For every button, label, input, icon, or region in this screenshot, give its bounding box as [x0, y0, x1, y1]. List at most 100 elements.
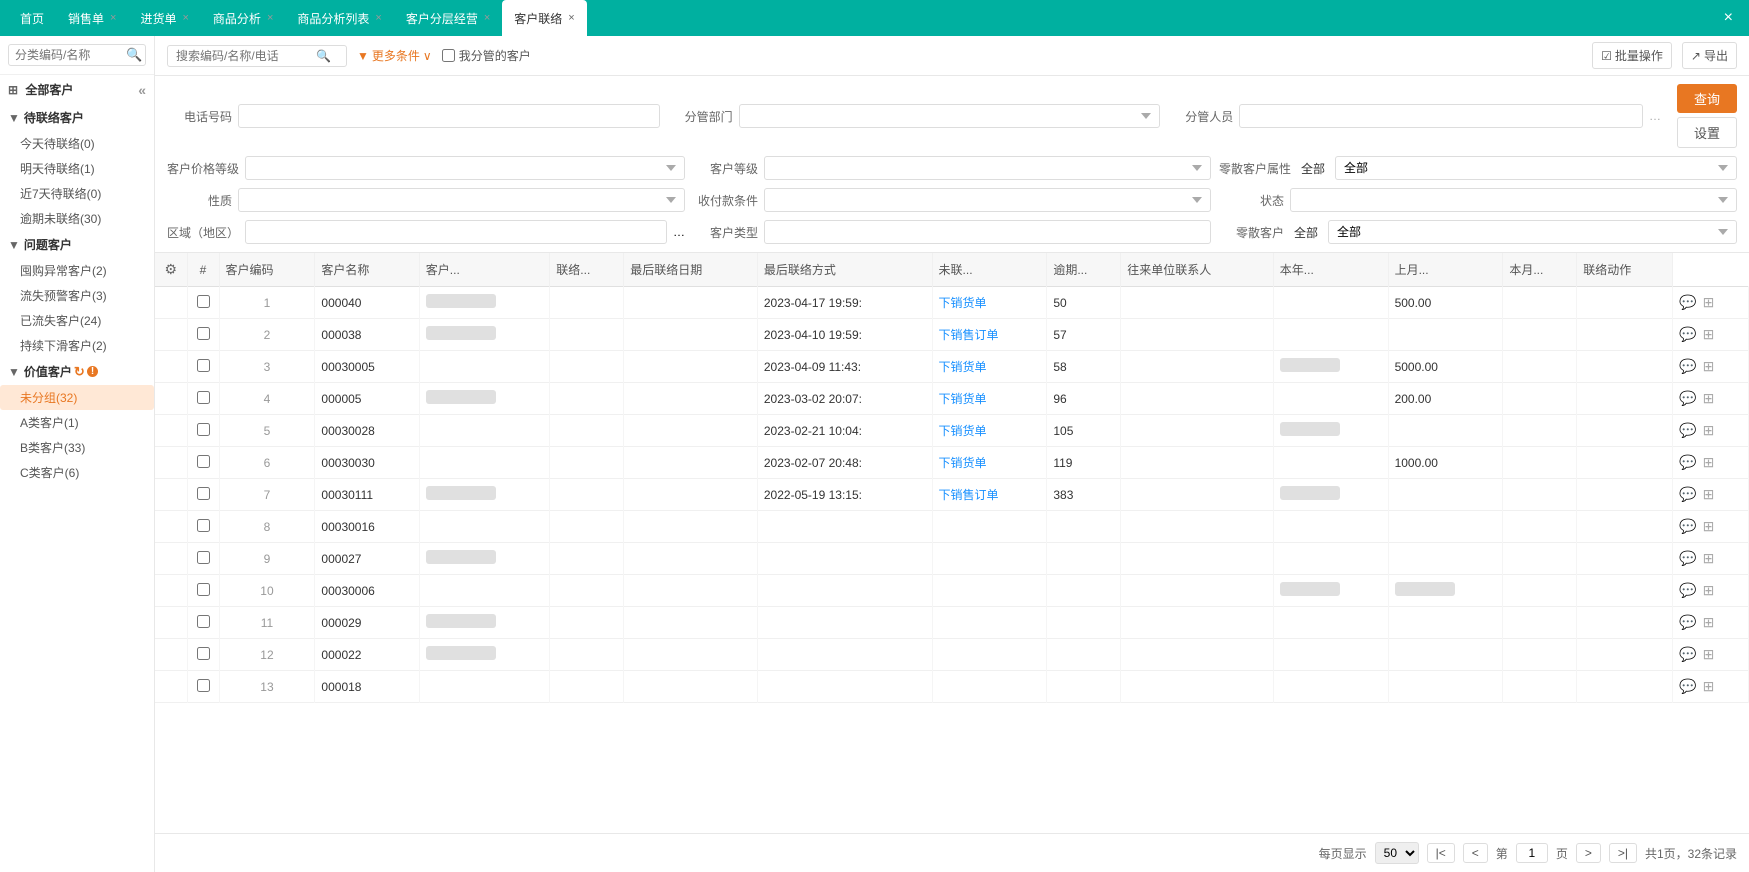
sidebar-item-today[interactable]: 今天待联络(0)	[0, 131, 154, 156]
sidebar-item-tomorrow[interactable]: 明天待联络(1)	[0, 156, 154, 181]
grid-action-icon[interactable]: ⊞	[1703, 390, 1715, 407]
th-type[interactable]: 客户...	[419, 253, 550, 287]
sidebar-item-overdue[interactable]: 逾期未联络(30)	[0, 206, 154, 231]
row-last-method[interactable]	[932, 671, 1047, 703]
chat-icon[interactable]: 💬	[1679, 646, 1696, 663]
last-method-link[interactable]: 下销售订单	[939, 488, 999, 502]
tab-customer-tier-close[interactable]: ×	[484, 12, 490, 24]
dept-select[interactable]	[739, 104, 1161, 128]
row-checkbox-cell[interactable]	[187, 319, 219, 351]
row-last-method[interactable]: 下销货单	[932, 447, 1047, 479]
region-input[interactable]	[245, 220, 667, 244]
row-checkbox-cell[interactable]	[187, 383, 219, 415]
tab-product-analysis-list-close[interactable]: ×	[375, 12, 381, 24]
row-checkbox-cell[interactable]	[187, 671, 219, 703]
tab-home[interactable]: 首页	[8, 0, 56, 36]
grid-action-icon[interactable]: ⊞	[1703, 550, 1715, 567]
row-checkbox-cell[interactable]	[187, 415, 219, 447]
staff-more-icon[interactable]: …	[1649, 109, 1661, 123]
reset-button[interactable]: 设置	[1677, 117, 1737, 148]
row-checkbox-cell[interactable]	[187, 575, 219, 607]
region-more-icon[interactable]: …	[673, 225, 685, 239]
row-last-method[interactable]: 下销货单	[932, 415, 1047, 447]
staff-input[interactable]	[1239, 104, 1643, 128]
row-checkbox[interactable]	[197, 423, 210, 436]
th-this-year[interactable]: 本年...	[1273, 253, 1388, 287]
grid-action-icon[interactable]: ⊞	[1703, 486, 1715, 503]
row-checkbox-cell[interactable]	[187, 543, 219, 575]
cust-level-select[interactable]	[764, 156, 1211, 180]
th-code[interactable]: 客户编码	[219, 253, 315, 287]
grid-action-icon[interactable]: ⊞	[1703, 326, 1715, 343]
sidebar-item-ungroup[interactable]: 未分组(32)	[0, 385, 154, 410]
row-last-method[interactable]	[932, 511, 1047, 543]
row-last-method[interactable]	[932, 575, 1047, 607]
tab-product-analysis-close[interactable]: ×	[267, 12, 273, 24]
sidebar-item-b-class[interactable]: B类客户(33)	[0, 435, 154, 460]
last-page-btn[interactable]: >|	[1609, 843, 1637, 863]
row-last-method[interactable]: 下销售订单	[932, 479, 1047, 511]
nature-select[interactable]	[238, 188, 685, 212]
refresh-icon[interactable]: ↻	[74, 364, 85, 380]
th-last-date[interactable]: 最后联络日期	[624, 253, 758, 287]
chat-icon[interactable]: 💬	[1679, 486, 1696, 503]
tab-product-analysis[interactable]: 商品分析 ×	[201, 0, 285, 36]
th-contact[interactable]: 联络...	[550, 253, 624, 287]
settings-icon[interactable]: ⚙	[164, 261, 177, 277]
sidebar-item-declining[interactable]: 持续下滑客户(2)	[0, 333, 154, 358]
row-checkbox[interactable]	[197, 391, 210, 404]
row-last-method[interactable]: 下销货单	[932, 287, 1047, 319]
sidebar-all-customers[interactable]: ⊞ 全部客户 «	[0, 75, 154, 104]
row-last-method[interactable]: 下销货单	[932, 383, 1047, 415]
last-method-link[interactable]: 下销货单	[939, 424, 987, 438]
tab-sales[interactable]: 销售单 ×	[56, 0, 128, 36]
search-input[interactable]	[176, 49, 316, 63]
sidebar-group-pending-header[interactable]: ▼ 待联络客户	[0, 104, 154, 131]
row-checkbox-cell[interactable]	[187, 351, 219, 383]
phone-input[interactable]	[238, 104, 660, 128]
tab-customer-contact[interactable]: 客户联络 ×	[502, 0, 586, 36]
price-level-select[interactable]	[245, 156, 685, 180]
export-btn[interactable]: ↗ 导出	[1682, 42, 1737, 69]
tab-sales-close[interactable]: ×	[110, 12, 116, 24]
chat-icon[interactable]: 💬	[1679, 294, 1696, 311]
row-checkbox[interactable]	[197, 615, 210, 628]
collapse-icon[interactable]: «	[138, 82, 146, 98]
sidebar-item-a-class[interactable]: A类客户(1)	[0, 410, 154, 435]
sidebar-group-value-header[interactable]: ▼ 价值客户 ↻ !	[0, 358, 154, 385]
chat-icon[interactable]: 💬	[1679, 422, 1696, 439]
grid-action-icon[interactable]: ⊞	[1703, 678, 1715, 695]
my-customers-checkbox-label[interactable]: 我分管的客户	[442, 47, 531, 64]
row-checkbox[interactable]	[197, 583, 210, 596]
query-button[interactable]: 查询	[1677, 84, 1737, 113]
tab-purchase-close[interactable]: ×	[182, 12, 188, 24]
more-conditions-btn[interactable]: ▼ 更多条件 ∨	[357, 47, 432, 64]
row-checkbox-cell[interactable]	[187, 287, 219, 319]
tab-customer-tier[interactable]: 客户分层经营 ×	[394, 0, 502, 36]
row-last-method[interactable]	[932, 607, 1047, 639]
grid-action-icon[interactable]: ⊞	[1703, 582, 1715, 599]
grid-action-icon[interactable]: ⊞	[1703, 454, 1715, 471]
row-checkbox[interactable]	[197, 327, 210, 340]
chat-icon[interactable]: 💬	[1679, 614, 1696, 631]
window-close-btn[interactable]: ×	[1716, 9, 1741, 27]
chat-icon[interactable]: 💬	[1679, 518, 1696, 535]
th-this-month[interactable]: 本月...	[1503, 253, 1577, 287]
tab-purchase[interactable]: 进货单 ×	[128, 0, 200, 36]
page-input[interactable]	[1516, 843, 1548, 863]
row-checkbox[interactable]	[197, 455, 210, 468]
sidebar-group-problem-header[interactable]: ▼ 问题客户	[0, 231, 154, 258]
my-customers-checkbox[interactable]	[442, 49, 455, 62]
row-checkbox-cell[interactable]	[187, 639, 219, 671]
per-page-select[interactable]: 50	[1375, 842, 1419, 864]
sidebar-item-c-class[interactable]: C类客户(6)	[0, 460, 154, 485]
chat-icon[interactable]: 💬	[1679, 326, 1696, 343]
row-checkbox[interactable]	[197, 647, 210, 660]
retail-select[interactable]: 全部	[1328, 220, 1737, 244]
grid-action-icon[interactable]: ⊞	[1703, 422, 1715, 439]
row-checkbox-cell[interactable]	[187, 447, 219, 479]
th-unreached[interactable]: 未联...	[932, 253, 1047, 287]
chat-icon[interactable]: 💬	[1679, 550, 1696, 567]
row-checkbox-cell[interactable]	[187, 607, 219, 639]
row-last-method[interactable]: 下销货单	[932, 351, 1047, 383]
